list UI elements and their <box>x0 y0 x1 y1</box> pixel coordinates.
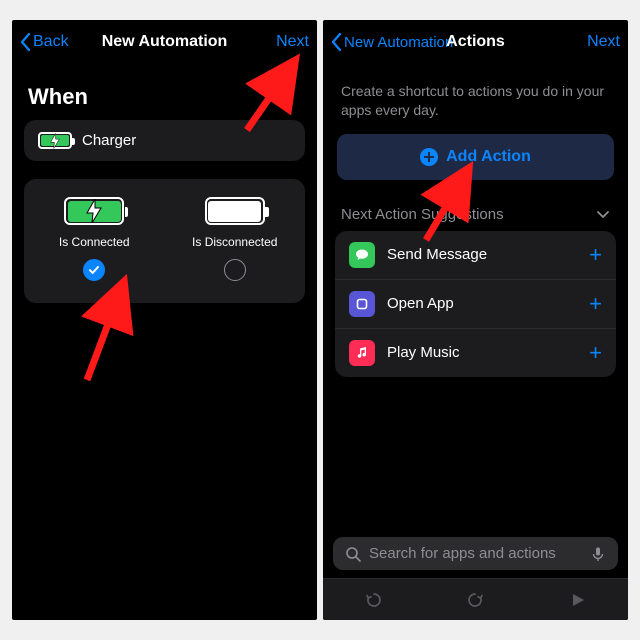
music-icon <box>349 340 375 366</box>
toolbar <box>323 578 628 620</box>
radio-disconnected[interactable] <box>224 259 246 281</box>
add-icon[interactable]: + <box>589 293 602 315</box>
when-heading: When <box>12 64 317 120</box>
open-app-icon <box>349 291 375 317</box>
check-icon <box>88 264 100 276</box>
option-disconnected[interactable]: Is Disconnected <box>165 197 306 281</box>
screen-right: New Automation Actions Next Create a sho… <box>323 20 628 620</box>
list-item-label: Send Message <box>387 246 577 263</box>
chevron-left-icon <box>331 33 342 51</box>
description-text: Create a shortcut to actions you do in y… <box>323 64 628 134</box>
suggestions-header[interactable]: Next Action Suggestions <box>323 180 628 231</box>
battery-charging-icon <box>38 132 72 149</box>
back-label: New Automation <box>344 34 453 51</box>
options-card: Is Connected Is Disconnected <box>24 179 305 303</box>
battery-charging-icon <box>64 197 124 225</box>
suggestions-list: Send Message + Open App + Play Music + <box>335 231 616 377</box>
option-connected[interactable]: Is Connected <box>24 197 165 281</box>
option-disconnected-label: Is Disconnected <box>192 235 277 249</box>
back-button[interactable]: Back <box>20 33 69 51</box>
messages-icon <box>349 242 375 268</box>
next-button[interactable]: Next <box>276 33 309 51</box>
chevron-down-icon <box>596 207 610 221</box>
radio-connected[interactable] <box>83 259 105 281</box>
battery-full-icon <box>205 197 265 225</box>
back-button[interactable]: New Automation <box>331 33 453 51</box>
microphone-icon[interactable] <box>590 546 606 562</box>
search-icon <box>345 546 361 562</box>
trigger-label: Charger <box>82 132 136 149</box>
suggestions-header-label: Next Action Suggestions <box>341 206 504 223</box>
back-label: Back <box>33 33 69 51</box>
play-icon[interactable] <box>567 590 587 610</box>
navbar: Back New Automation Next <box>12 20 317 64</box>
list-item[interactable]: Play Music + <box>335 328 616 377</box>
option-connected-label: Is Connected <box>59 235 130 249</box>
list-item[interactable]: Send Message + <box>335 231 616 279</box>
add-action-button[interactable]: Add Action <box>337 134 614 180</box>
navbar: New Automation Actions Next <box>323 20 628 64</box>
next-button[interactable]: Next <box>587 33 620 51</box>
screen-left: Back New Automation Next When Charger <box>12 20 317 620</box>
search-input[interactable] <box>369 545 582 562</box>
undo-icon[interactable] <box>364 590 384 610</box>
list-item[interactable]: Open App + <box>335 279 616 328</box>
add-icon[interactable]: + <box>589 342 602 364</box>
list-item-label: Open App <box>387 295 577 312</box>
add-action-label: Add Action <box>446 148 531 166</box>
redo-icon[interactable] <box>465 590 485 610</box>
trigger-row[interactable]: Charger <box>24 120 305 161</box>
search-bar[interactable] <box>333 537 618 570</box>
add-icon[interactable]: + <box>589 244 602 266</box>
chevron-left-icon <box>20 33 31 51</box>
plus-circle-icon <box>420 148 438 166</box>
list-item-label: Play Music <box>387 344 577 361</box>
